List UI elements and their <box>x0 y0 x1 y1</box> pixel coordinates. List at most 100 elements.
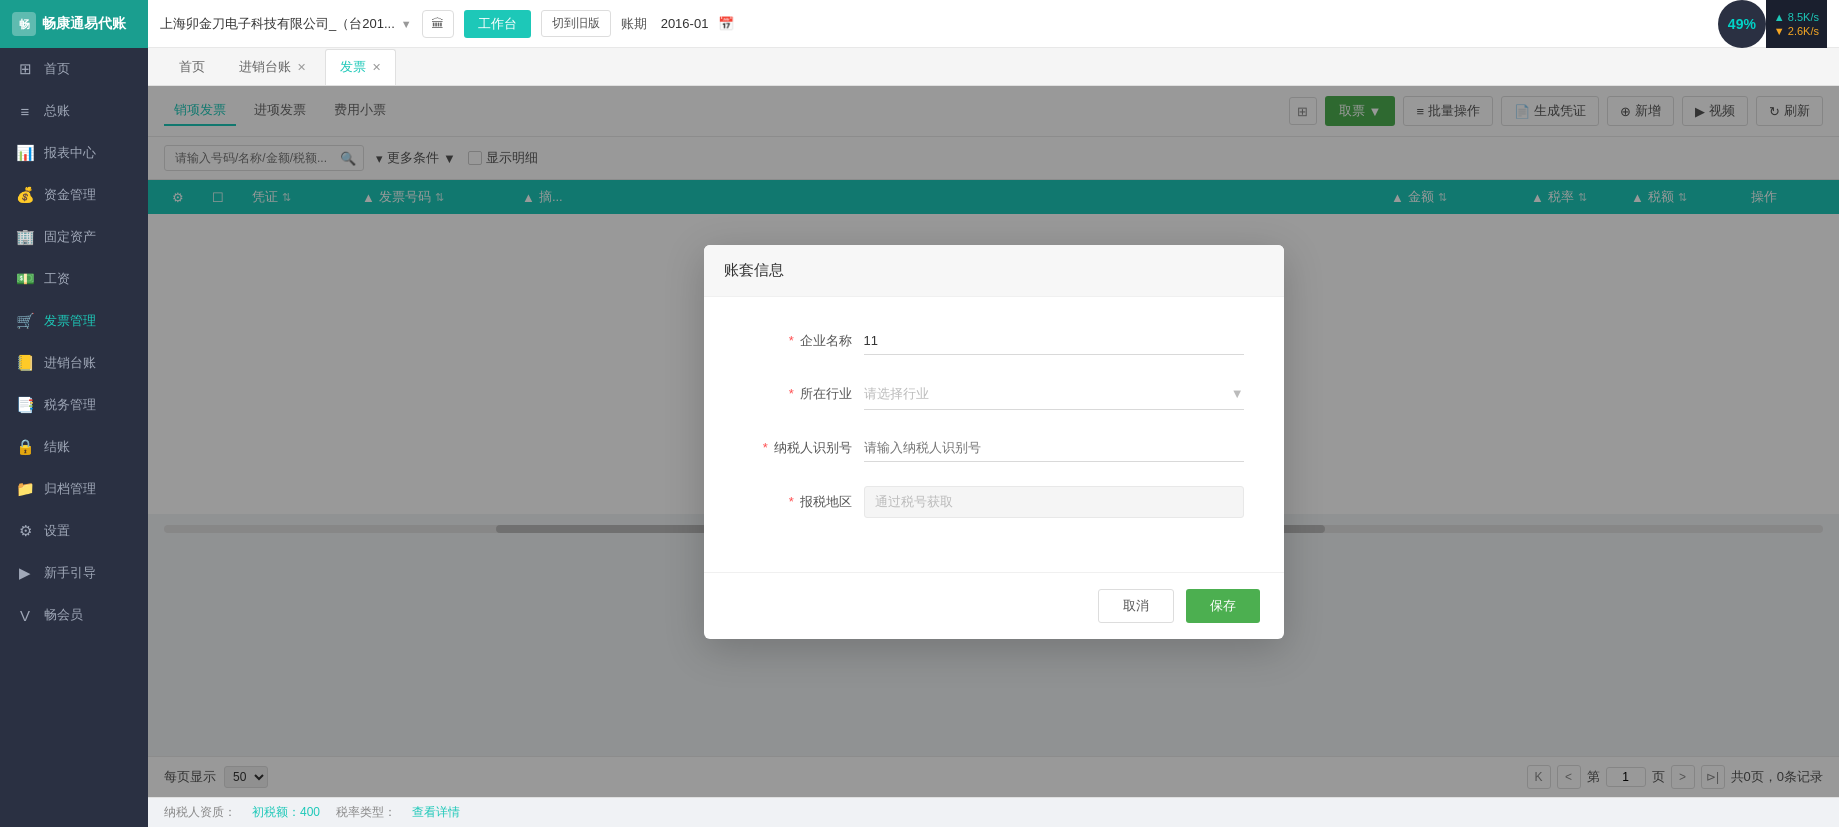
sidebar-item-close[interactable]: 🔒 结账 <box>0 426 148 468</box>
period-label: 账期 <box>621 15 647 33</box>
industry-label: * 所在行业 <box>744 385 864 403</box>
modal-body: * 企业名称 * 所在行业 请选择行业 ▼ <box>704 297 1284 572</box>
upload-speed: ▲ 8.5K/s <box>1774 11 1819 23</box>
sidebar-item-label: 新手引导 <box>44 564 96 582</box>
bottom-link1[interactable]: 初税额：400 <box>252 804 320 821</box>
tab-invoice-close[interactable]: ✕ <box>372 61 381 74</box>
logo-text: 畅康通易代账 <box>42 15 126 33</box>
tab-invoice[interactable]: 发票 ✕ <box>325 49 396 85</box>
calendar-icon[interactable]: 📅 <box>718 16 734 31</box>
up-arrow-icon: ▲ <box>1774 11 1785 23</box>
sidebar-item-label: 总账 <box>44 102 70 120</box>
sidebar-item-label: 设置 <box>44 522 70 540</box>
sidebar-item-label: 首页 <box>44 60 70 78</box>
company-name-input[interactable] <box>864 327 1244 355</box>
finance-icon: 💰 <box>16 186 34 204</box>
tab-home-label: 首页 <box>179 58 205 76</box>
sidebar-item-label: 发票管理 <box>44 312 96 330</box>
tab-purchase-label: 进销台账 <box>239 58 291 76</box>
tab-home[interactable]: 首页 <box>164 49 220 85</box>
settings-icon: ⚙ <box>16 522 34 540</box>
sidebar-item-settings[interactable]: ⚙ 设置 <box>0 510 148 552</box>
sidebar-item-label: 归档管理 <box>44 480 96 498</box>
industry-dropdown-icon: ▼ <box>1231 386 1244 401</box>
sidebar-item-salary[interactable]: 💵 工资 <box>0 258 148 300</box>
invoice-icon: 🛒 <box>16 312 34 330</box>
sidebar-item-label: 资金管理 <box>44 186 96 204</box>
company-dropdown-arrow: ▼ <box>401 18 412 30</box>
workbench-button[interactable]: 工作台 <box>464 10 531 38</box>
modal-header: 账套信息 <box>704 245 1284 297</box>
content-area: 销项发票 进项发票 费用小票 ⊞ 取票 ▼ ≡ 批量操作 📄 生成凭证 ⊕ <box>148 86 1839 797</box>
ledger-icon: ≡ <box>16 103 34 120</box>
close-accounts-icon: 🔒 <box>16 438 34 456</box>
modal-title: 账套信息 <box>724 261 784 278</box>
building-icon: 🏛 <box>431 16 444 31</box>
tax-region-row: * 报税地区 通过税号获取 <box>744 486 1244 518</box>
sidebar-logo: 畅 畅康通易代账 <box>0 0 148 48</box>
guide-icon: ▶ <box>16 564 34 582</box>
account-info-modal: 账套信息 * 企业名称 * 所在行 <box>704 245 1284 639</box>
industry-placeholder: 请选择行业 <box>864 385 1231 403</box>
required-mark2: * <box>789 386 794 401</box>
header-right: 49% ▲ 8.5K/s ▼ 2.6K/s <box>1718 0 1827 48</box>
company-name-label: * 企业名称 <box>744 332 864 350</box>
assets-icon: 🏢 <box>16 228 34 246</box>
sidebar-item-label: 报表中心 <box>44 144 96 162</box>
tax-icon: 📑 <box>16 396 34 414</box>
save-button[interactable]: 保存 <box>1186 589 1260 623</box>
sidebar-item-finance[interactable]: 💰 资金管理 <box>0 174 148 216</box>
home-icon: ⊞ <box>16 60 34 78</box>
required-mark3: * <box>763 440 768 455</box>
company-selector[interactable]: 上海卯金刀电子科技有限公司_（台201... ▼ <box>160 15 412 33</box>
down-arrow-icon: ▼ <box>1774 25 1785 37</box>
sidebar-item-report[interactable]: 📊 报表中心 <box>0 132 148 174</box>
tab-purchase-close[interactable]: ✕ <box>297 61 306 74</box>
speed-percent: 49% <box>1728 16 1756 32</box>
sidebar-item-tax[interactable]: 📑 税务管理 <box>0 384 148 426</box>
sidebar-item-label: 工资 <box>44 270 70 288</box>
tax-id-input[interactable] <box>864 434 1244 462</box>
cancel-button[interactable]: 取消 <box>1098 589 1174 623</box>
tax-id-label: * 纳税人识别号 <box>744 439 864 457</box>
speed-circle: 49% <box>1718 0 1766 48</box>
sidebar-item-archive[interactable]: 📁 归档管理 <box>0 468 148 510</box>
sidebar: 畅 畅康通易代账 ⊞ 首页 ≡ 总账 📊 报表中心 💰 资金管理 🏢 固定资产 … <box>0 0 148 827</box>
sidebar-item-member[interactable]: V 畅会员 <box>0 594 148 636</box>
modal-overlay: 账套信息 * 企业名称 * 所在行 <box>148 86 1839 797</box>
sidebar-item-purchase[interactable]: 📒 进销台账 <box>0 342 148 384</box>
tax-region-label: * 报税地区 <box>744 493 864 511</box>
tax-region-display: 通过税号获取 <box>864 486 1244 518</box>
required-mark: * <box>789 333 794 348</box>
salary-icon: 💵 <box>16 270 34 288</box>
tax-id-row: * 纳税人识别号 <box>744 434 1244 462</box>
sidebar-item-ledger[interactable]: ≡ 总账 <box>0 90 148 132</box>
sidebar-item-guide[interactable]: ▶ 新手引导 <box>0 552 148 594</box>
purchase-icon: 📒 <box>16 354 34 372</box>
tab-invoice-label: 发票 <box>340 58 366 76</box>
archive-icon: 📁 <box>16 480 34 498</box>
sidebar-item-assets[interactable]: 🏢 固定资产 <box>0 216 148 258</box>
sidebar-item-label: 结账 <box>44 438 70 456</box>
company-name-row: * 企业名称 <box>744 327 1244 355</box>
tab-purchase[interactable]: 进销台账 ✕ <box>224 49 321 85</box>
company-icon-button[interactable]: 🏛 <box>422 10 454 38</box>
logo-icon: 畅 <box>12 12 36 36</box>
sidebar-item-home[interactable]: ⊞ 首页 <box>0 48 148 90</box>
sidebar-item-label: 畅会员 <box>44 606 83 624</box>
download-speed: ▼ 2.6K/s <box>1774 25 1819 37</box>
sidebar-item-label: 固定资产 <box>44 228 96 246</box>
bottom-info-text: 纳税人资质： <box>164 804 236 821</box>
bottom-link2[interactable]: 查看详情 <box>412 804 460 821</box>
speed-detail: ▲ 8.5K/s ▼ 2.6K/s <box>1766 0 1827 48</box>
company-name: 上海卯金刀电子科技有限公司_（台201... <box>160 15 395 33</box>
bottom-info2: 税率类型： <box>336 804 396 821</box>
industry-select[interactable]: 请选择行业 ▼ <box>864 379 1244 410</box>
tabs-bar: 首页 进销台账 ✕ 发票 ✕ <box>148 48 1839 86</box>
sidebar-item-label: 税务管理 <box>44 396 96 414</box>
member-icon: V <box>16 607 34 624</box>
sidebar-item-invoice[interactable]: 🛒 发票管理 <box>0 300 148 342</box>
switch-version-button[interactable]: 切到旧版 <box>541 10 611 37</box>
period-value: 2016-01 <box>661 16 709 31</box>
bottom-bar: 纳税人资质： 初税额：400 税率类型： 查看详情 <box>148 797 1839 827</box>
